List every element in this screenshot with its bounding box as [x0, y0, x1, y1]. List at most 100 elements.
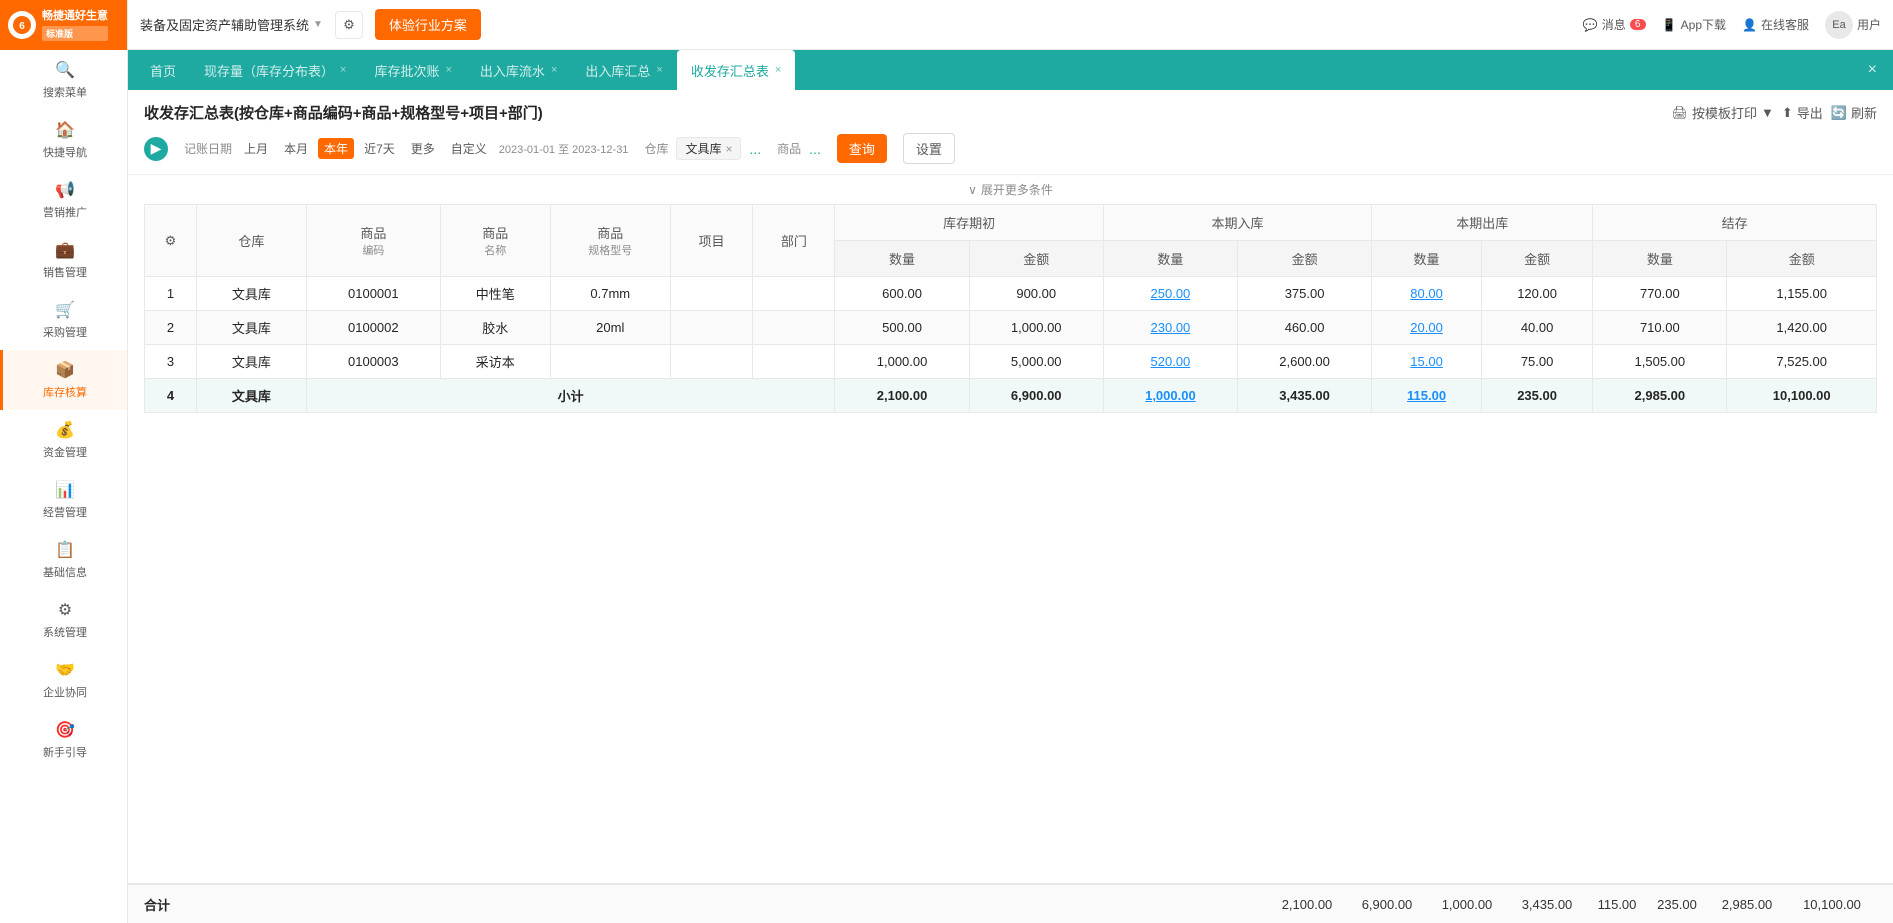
sidebar-label-quick-nav: 快捷导航 — [43, 144, 87, 160]
user-button[interactable]: Ea 用户 — [1825, 11, 1881, 39]
sidebar-item-sales[interactable]: 💼销售管理 — [0, 230, 127, 290]
cell-in-qty[interactable]: 520.00 — [1103, 345, 1237, 379]
sub-in-qty: 1,000.00 — [1103, 379, 1237, 413]
in-qty-value[interactable]: 520.00 — [1151, 354, 1191, 369]
sub-rownum: 4 — [145, 379, 197, 413]
tab-recv-send-summary[interactable]: 收发存汇总表× — [677, 50, 795, 90]
tab-close-inventory-dist[interactable]: × — [340, 64, 346, 76]
col-open-amount: 金额 — [969, 241, 1103, 277]
col-settings[interactable]: ⚙ — [145, 205, 197, 277]
sidebar-item-finance[interactable]: 💰资金管理 — [0, 410, 127, 470]
expand-more-icon: ∨ — [968, 183, 977, 197]
sidebar-item-inventory[interactable]: 📦库存核算 — [0, 350, 127, 410]
system-name: 装备及固定资产辅助管理系统 — [140, 15, 309, 34]
col-in-header: 本期入库 — [1103, 205, 1371, 241]
query-button[interactable]: 查询 — [837, 134, 887, 163]
export-button[interactable]: ⬆ 导出 — [1782, 103, 1823, 122]
inventory-icon: 📦 — [55, 360, 75, 380]
total-bal-amount: 10,100.00 — [1787, 897, 1877, 912]
sidebar-nav: 🔍搜索菜单🏠快捷导航📢营销推广💼销售管理🛒采购管理📦库存核算💰资金管理📊经营管理… — [0, 50, 127, 923]
cell-out-amount: 40.00 — [1481, 311, 1592, 345]
date-btn-自定义[interactable]: 自定义 — [445, 138, 493, 159]
app-download-icon: 📱 — [1662, 18, 1677, 32]
sidebar-label-purchase: 采购管理 — [43, 324, 87, 340]
sidebar-logo: 6 畅捷通好生意 标准版 — [0, 0, 127, 50]
cell-out-qty[interactable]: 80.00 — [1372, 277, 1482, 311]
print-icon: 🖨 — [1671, 105, 1688, 121]
cell-out-qty[interactable]: 15.00 — [1372, 345, 1482, 379]
warehouse-tag-close[interactable]: × — [725, 142, 732, 156]
settings-button-filter[interactable]: 设置 — [903, 133, 955, 164]
trial-button[interactable]: 体验行业方案 — [375, 9, 481, 40]
cell-open-amount: 900.00 — [969, 277, 1103, 311]
operations-icon: 📊 — [55, 480, 75, 500]
table-row: 2 文具库 0100002 胶水 20ml 500.00 1,000.00 23… — [145, 311, 1877, 345]
sub-label: 小计 — [306, 379, 835, 413]
tab-close-recv-send-summary[interactable]: × — [775, 64, 781, 76]
sidebar-item-marketing[interactable]: 📢营销推广 — [0, 170, 127, 230]
out-qty-value[interactable]: 80.00 — [1410, 286, 1443, 301]
cell-goods-spec — [550, 345, 670, 379]
total-open-qty: 2,100.00 — [1267, 897, 1347, 912]
sidebar-item-search[interactable]: 🔍搜索菜单 — [0, 50, 127, 110]
sidebar-item-quick-nav[interactable]: 🏠快捷导航 — [0, 110, 127, 170]
goods-ellipsis[interactable]: ... — [809, 141, 821, 157]
col-project-header: 项目 — [670, 205, 752, 277]
filter-expand-button[interactable]: ▶ — [144, 137, 168, 161]
online-service-label: 在线客服 — [1761, 16, 1809, 33]
cell-goods-name: 采访本 — [440, 345, 550, 379]
cell-in-qty[interactable]: 250.00 — [1103, 277, 1237, 311]
in-qty-value[interactable]: 230.00 — [1151, 320, 1191, 335]
app-download-button[interactable]: 📱 App下载 — [1662, 16, 1726, 33]
warehouse-tag[interactable]: 文具库 × — [676, 137, 741, 160]
expand-more-button[interactable]: ∨ 展开更多条件 — [968, 181, 1053, 198]
tab-batch-account[interactable]: 库存批次账× — [360, 50, 465, 90]
tab-close-in-out-summary[interactable]: × — [656, 64, 662, 76]
messages-button[interactable]: 💬 消息 6 — [1583, 16, 1646, 33]
tabbar: 首页现存量（库存分布表）×库存批次账×出入库流水×出入库汇总×收发存汇总表×× — [128, 50, 1893, 90]
tab-in-out-summary[interactable]: 出入库汇总× — [571, 50, 676, 90]
total-label: 合计 — [144, 895, 190, 914]
sidebar-item-purchase[interactable]: 🛒采购管理 — [0, 290, 127, 350]
out-qty-value[interactable]: 20.00 — [1410, 320, 1443, 335]
sidebar-item-guide[interactable]: 🎯新手引导 — [0, 710, 127, 770]
date-btn-本月[interactable]: 本月 — [278, 138, 314, 159]
date-filter-label: 记账日期 — [184, 140, 232, 157]
date-shortcuts: 上月本月本年近7天更多自定义 — [238, 138, 493, 159]
date-btn-更多[interactable]: 更多 — [405, 138, 441, 159]
system-icon: ⚙ — [58, 600, 72, 620]
total-cells: 2,100.00 6,900.00 1,000.00 3,435.00 115.… — [190, 897, 1877, 912]
refresh-button[interactable]: 🔄 刷新 — [1831, 103, 1877, 122]
tabbar-close-all[interactable]: × — [1860, 61, 1885, 79]
sidebar-item-enterprise[interactable]: 🤝企业协同 — [0, 650, 127, 710]
user-avatar: Ea — [1825, 11, 1853, 39]
sidebar-item-system[interactable]: ⚙系统管理 — [0, 590, 127, 650]
app-download-label: App下载 — [1681, 16, 1726, 33]
date-btn-上月[interactable]: 上月 — [238, 138, 274, 159]
system-select[interactable]: 装备及固定资产辅助管理系统 ▼ — [140, 15, 323, 34]
cell-in-qty[interactable]: 230.00 — [1103, 311, 1237, 345]
warehouse-ellipsis[interactable]: ... — [749, 141, 761, 157]
sub-open-amount: 6,900.00 — [969, 379, 1103, 413]
sub-out-amount: 235.00 — [1481, 379, 1592, 413]
cell-out-qty[interactable]: 20.00 — [1372, 311, 1482, 345]
out-qty-value[interactable]: 15.00 — [1410, 354, 1443, 369]
tab-close-batch-account[interactable]: × — [445, 64, 451, 76]
online-service-icon: 👤 — [1742, 18, 1757, 32]
sidebar-item-operations[interactable]: 📊经营管理 — [0, 470, 127, 530]
user-label: 用户 — [1857, 16, 1881, 33]
date-btn-近7天[interactable]: 近7天 — [358, 138, 401, 159]
cell-open-amount: 5,000.00 — [969, 345, 1103, 379]
print-template-button[interactable]: 🖨 按模板打印 ▼ — [1671, 103, 1773, 122]
in-qty-value[interactable]: 250.00 — [1151, 286, 1191, 301]
tab-in-out-flow[interactable]: 出入库流水× — [466, 50, 571, 90]
online-service-button[interactable]: 👤 在线客服 — [1742, 16, 1809, 33]
cell-warehouse: 文具库 — [197, 345, 307, 379]
date-btn-本年[interactable]: 本年 — [318, 138, 354, 159]
settings-button[interactable]: ⚙ — [335, 11, 363, 39]
tab-close-in-out-flow[interactable]: × — [551, 64, 557, 76]
sidebar-item-basic-info[interactable]: 📋基础信息 — [0, 530, 127, 590]
tab-inventory-dist[interactable]: 现存量（库存分布表）× — [190, 50, 360, 90]
content-area: 收发存汇总表(按仓库+商品编码+商品+规格型号+项目+部门) 🖨 按模板打印 ▼… — [128, 90, 1893, 923]
tab-home[interactable]: 首页 — [136, 50, 190, 90]
